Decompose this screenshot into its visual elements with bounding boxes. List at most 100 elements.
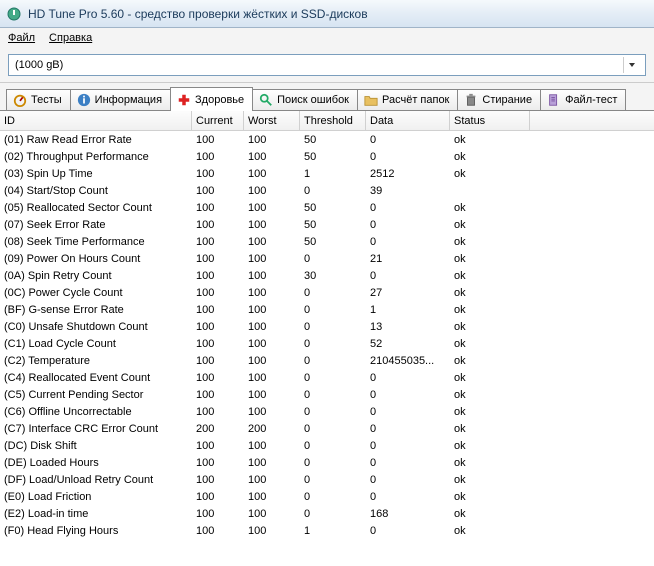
table-row[interactable]: (DF) Load/Unload Retry Count10010000ok: [0, 471, 654, 488]
table-row[interactable]: (04) Start/Stop Count100100039: [0, 182, 654, 199]
header-worst[interactable]: Worst: [244, 111, 300, 130]
table-row[interactable]: (C5) Current Pending Sector10010000ok: [0, 386, 654, 403]
table-row[interactable]: (E0) Load Friction10010000ok: [0, 488, 654, 505]
cell-status: ok: [450, 352, 530, 369]
cell-data: 0: [366, 369, 450, 386]
tab-2[interactable]: Здоровье: [170, 87, 253, 111]
table-row[interactable]: (01) Raw Read Error Rate100100500ok: [0, 131, 654, 148]
table-row[interactable]: (C0) Unsafe Shutdown Count100100013ok: [0, 318, 654, 335]
cell-id: (C1) Load Cycle Count: [0, 335, 192, 352]
cell-status: ok: [450, 335, 530, 352]
cell-status: ok: [450, 165, 530, 182]
cell-status: ok: [450, 131, 530, 148]
tab-4[interactable]: Расчёт папок: [357, 89, 458, 110]
cell-current: 100: [192, 216, 244, 233]
cell-threshold: 0: [300, 471, 366, 488]
table-row[interactable]: (DE) Loaded Hours10010000ok: [0, 454, 654, 471]
cell-current: 100: [192, 182, 244, 199]
cell-data: 39: [366, 182, 450, 199]
header-status[interactable]: Status: [450, 111, 530, 130]
table-row[interactable]: (07) Seek Error Rate100100500ok: [0, 216, 654, 233]
cell-threshold: 0: [300, 386, 366, 403]
cell-worst: 100: [244, 199, 300, 216]
cell-worst: 100: [244, 131, 300, 148]
tab-0[interactable]: Тесты: [6, 89, 71, 110]
header-threshold[interactable]: Threshold: [300, 111, 366, 130]
table-row[interactable]: (DC) Disk Shift10010000ok: [0, 437, 654, 454]
table-row[interactable]: (C7) Interface CRC Error Count20020000ok: [0, 420, 654, 437]
cell-id: (09) Power On Hours Count: [0, 250, 192, 267]
cell-status: ok: [450, 369, 530, 386]
cell-threshold: 1: [300, 522, 366, 539]
file-icon: [547, 93, 561, 107]
table-row[interactable]: (09) Power On Hours Count100100021ok: [0, 250, 654, 267]
cell-data: 27: [366, 284, 450, 301]
table-row[interactable]: (C2) Temperature1001000210455035...ok: [0, 352, 654, 369]
cell-id: (0A) Spin Retry Count: [0, 267, 192, 284]
header-current[interactable]: Current: [192, 111, 244, 130]
cell-current: 100: [192, 250, 244, 267]
table-row[interactable]: (E2) Load-in time1001000168ok: [0, 505, 654, 522]
plus-icon: [177, 93, 191, 107]
cell-current: 100: [192, 267, 244, 284]
tab-3[interactable]: Поиск ошибок: [252, 89, 358, 110]
cell-data: 13: [366, 318, 450, 335]
cell-threshold: 0: [300, 301, 366, 318]
cell-data: 0: [366, 233, 450, 250]
menu-file[interactable]: Файл: [8, 32, 35, 44]
cell-worst: 100: [244, 233, 300, 250]
cell-data: 0: [366, 437, 450, 454]
trash-icon: [464, 93, 478, 107]
table-row[interactable]: (F0) Head Flying Hours10010010ok: [0, 522, 654, 539]
cell-data: 2512: [366, 165, 450, 182]
cell-data: 52: [366, 335, 450, 352]
table-row[interactable]: (08) Seek Time Performance100100500ok: [0, 233, 654, 250]
table-row[interactable]: (C4) Reallocated Event Count10010000ok: [0, 369, 654, 386]
cell-status: ok: [450, 301, 530, 318]
header-id[interactable]: ID: [0, 111, 192, 130]
cell-data: 0: [366, 403, 450, 420]
table-row[interactable]: (05) Reallocated Sector Count100100500ok: [0, 199, 654, 216]
table-row[interactable]: (0C) Power Cycle Count100100027ok: [0, 284, 654, 301]
tab-5[interactable]: Стирание: [457, 89, 541, 110]
cell-data: 0: [366, 386, 450, 403]
cell-threshold: 50: [300, 233, 366, 250]
cell-worst: 100: [244, 216, 300, 233]
table-row[interactable]: (02) Throughput Performance100100500ok: [0, 148, 654, 165]
cell-threshold: 0: [300, 284, 366, 301]
cell-threshold: 50: [300, 216, 366, 233]
cell-current: 100: [192, 505, 244, 522]
table-header: ID Current Worst Threshold Data Status: [0, 111, 654, 131]
cell-id: (F0) Head Flying Hours: [0, 522, 192, 539]
cell-status: ok: [450, 505, 530, 522]
table-row[interactable]: (BF) G-sense Error Rate10010001ok: [0, 301, 654, 318]
table-row[interactable]: (0A) Spin Retry Count100100300ok: [0, 267, 654, 284]
cell-worst: 100: [244, 386, 300, 403]
cell-data: 0: [366, 199, 450, 216]
table-row[interactable]: (C1) Load Cycle Count100100052ok: [0, 335, 654, 352]
cell-worst: 100: [244, 352, 300, 369]
cell-threshold: 0: [300, 250, 366, 267]
tab-1[interactable]: Информация: [70, 89, 171, 110]
cell-threshold: 50: [300, 131, 366, 148]
cell-id: (08) Seek Time Performance: [0, 233, 192, 250]
cell-id: (C4) Reallocated Event Count: [0, 369, 192, 386]
table-row[interactable]: (C6) Offline Uncorrectable10010000ok: [0, 403, 654, 420]
cell-data: 0: [366, 488, 450, 505]
tab-6[interactable]: Файл-тест: [540, 89, 626, 110]
cell-id: (DC) Disk Shift: [0, 437, 192, 454]
menu-help[interactable]: Справка: [49, 32, 92, 44]
cell-current: 100: [192, 284, 244, 301]
header-data[interactable]: Data: [366, 111, 450, 130]
cell-id: (02) Throughput Performance: [0, 148, 192, 165]
cell-data: 0: [366, 420, 450, 437]
cell-current: 100: [192, 437, 244, 454]
gauge-icon: [13, 93, 27, 107]
tab-label: Стирание: [482, 94, 532, 106]
cell-worst: 100: [244, 437, 300, 454]
table-row[interactable]: (03) Spin Up Time10010012512ok: [0, 165, 654, 182]
drive-selector[interactable]: (1000 gB): [8, 54, 646, 76]
cell-worst: 200: [244, 420, 300, 437]
cell-threshold: 0: [300, 454, 366, 471]
cell-id: (C2) Temperature: [0, 352, 192, 369]
